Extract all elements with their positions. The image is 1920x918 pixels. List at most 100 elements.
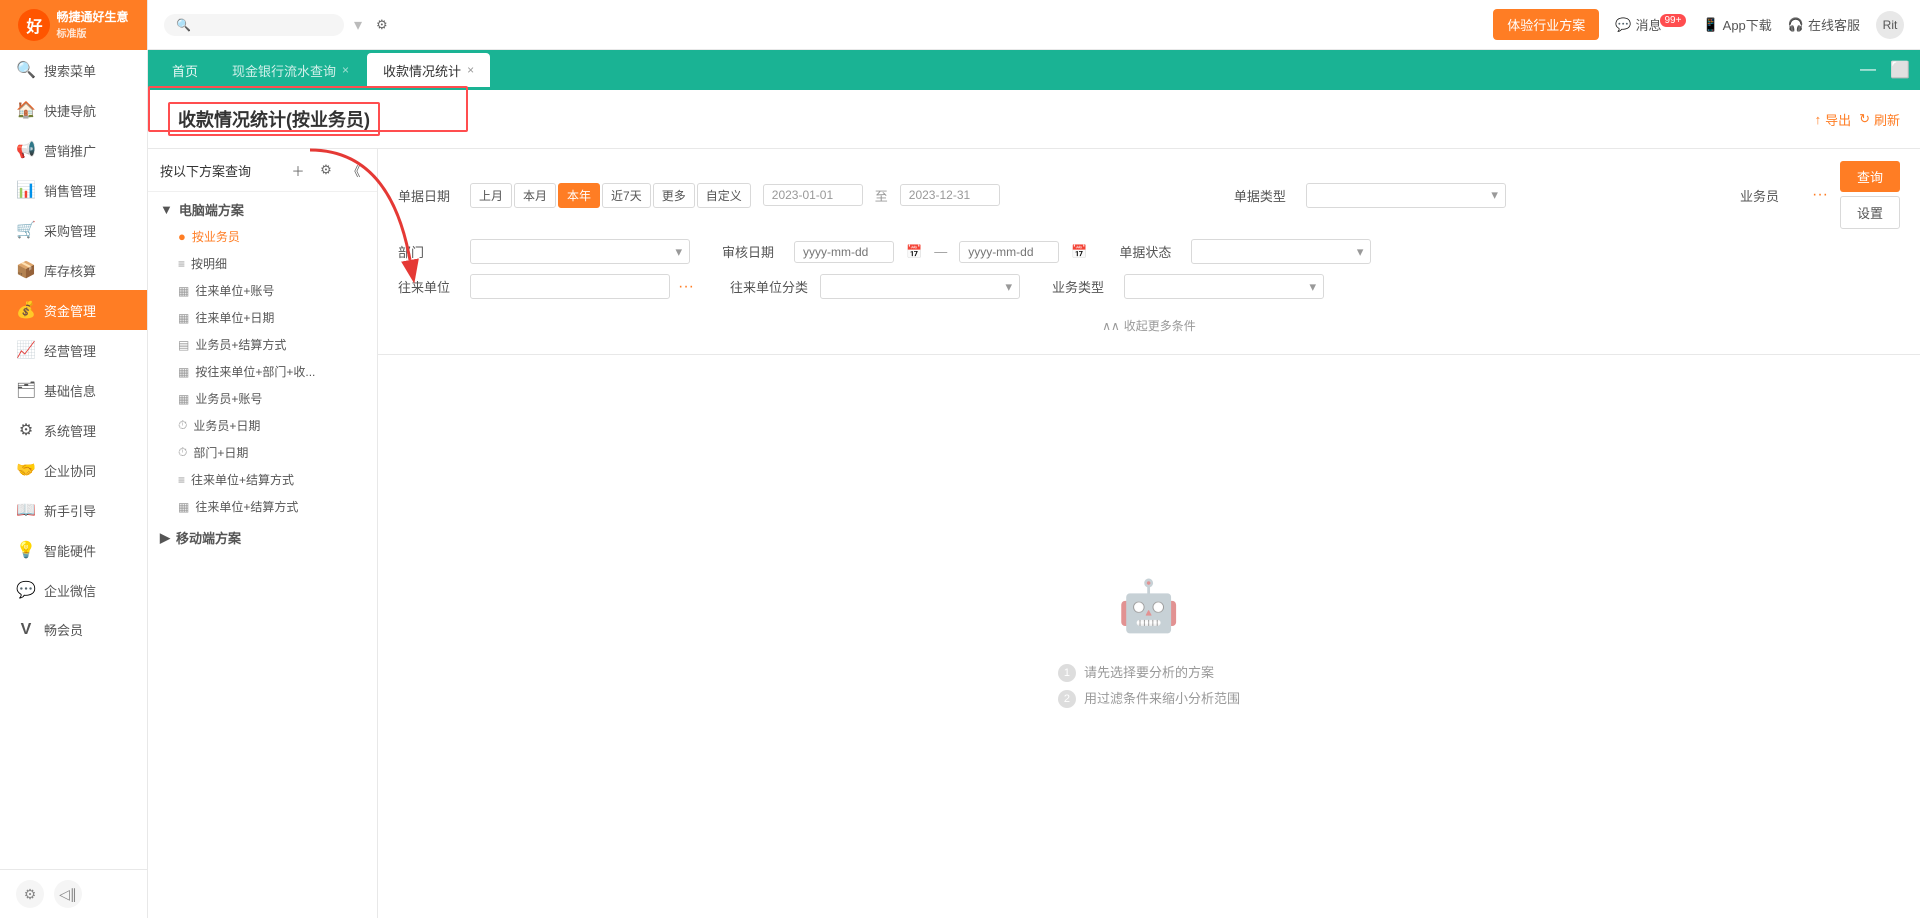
sidebar-item-label: 企业协同 [44, 461, 96, 480]
user-avatar[interactable]: Rit [1876, 11, 1904, 39]
tab-home[interactable]: 首页 [156, 53, 214, 87]
wechat-icon: 💬 [16, 580, 36, 600]
date-btn-last-month[interactable]: 上月 [470, 183, 512, 208]
sidebar-item-enterprise[interactable]: 🤝 企业协同 [0, 450, 147, 490]
scheme-settings-btn[interactable]: ⚙ [315, 159, 337, 181]
partner-more-btn[interactable]: ··· [674, 278, 698, 296]
left-panel-actions: ＋ ⚙ 《 [287, 159, 365, 181]
scheme-salesperson-settlement[interactable]: ▤ 业务员+结算方式 [148, 331, 377, 358]
partner-input-group: ··· [470, 274, 698, 299]
date-btn-more[interactable]: 更多 [653, 183, 695, 208]
tree-expand-icon: ▼ [160, 202, 173, 217]
chevron-up-icon: ∧∧ [1102, 319, 1120, 333]
scheme-partner-date[interactable]: ▦ 往来单位+日期 [148, 304, 377, 331]
date-btn-custom[interactable]: 自定义 [697, 183, 751, 208]
scheme-dept-date[interactable]: ⏱ 部门+日期 [148, 439, 377, 466]
biz-type-select[interactable] [1124, 274, 1324, 299]
scheme-by-detail[interactable]: ≡ 按明细 [148, 250, 377, 277]
filter-row-3: 往来单位 ··· 往来单位分类 业务类型 [398, 274, 1900, 299]
export-btn[interactable]: ↑ 导出 [1815, 110, 1852, 129]
partner-account-icon: ▦ [178, 284, 189, 298]
collapse-label: 收起更多条件 [1124, 317, 1196, 334]
sidebar-item-purchase[interactable]: 🛒 采购管理 [0, 210, 147, 250]
finance-icon: 💰 [16, 300, 36, 320]
notification-item[interactable]: 💬 消息 99+ [1615, 15, 1686, 34]
date-to-input[interactable] [900, 184, 1000, 206]
partner-label: 往来单位 [398, 277, 458, 296]
app-download-item[interactable]: 📱 App下载 [1702, 15, 1771, 34]
scheme-salesperson-date[interactable]: ⏱ 业务员+日期 [148, 412, 377, 439]
review-date-from[interactable] [794, 241, 894, 263]
topbar-search[interactable]: 🔍 [164, 14, 344, 36]
dept-date-icon: ⏱ [178, 445, 187, 460]
collapse-more-bar[interactable]: ∧∧ 收起更多条件 [398, 309, 1900, 342]
sidebar-item-search[interactable]: 🔍 搜索菜单 [0, 50, 147, 90]
dept-select[interactable] [470, 239, 690, 264]
scheme-by-salesperson[interactable]: ● 按业务员 [148, 223, 377, 250]
date-from-input[interactable] [763, 184, 863, 206]
refresh-btn[interactable]: ↻ 刷新 [1859, 110, 1900, 129]
collapse-panel-btn[interactable]: 《 [343, 159, 365, 181]
tab-maximize-btn[interactable]: ⬜ [1888, 58, 1912, 82]
scheme-partner-account[interactable]: ▦ 往来单位+账号 [148, 277, 377, 304]
doc-type-select[interactable] [1306, 183, 1506, 208]
scheme-partner-settlement1[interactable]: ≡ 往来单位+结算方式 [148, 466, 377, 493]
sidebar-item-member[interactable]: V 畅会员 [0, 610, 147, 649]
date-btn-7days[interactable]: 近7天 [602, 183, 651, 208]
sidebar-item-label: 新手引导 [44, 501, 96, 520]
page-title: 收款情况统计(按业务员) [168, 102, 380, 136]
online-service-item[interactable]: 🎧 在线客服 [1788, 15, 1860, 34]
pc-section-header[interactable]: ▼ 电脑端方案 [148, 192, 377, 223]
sidebar-item-sales[interactable]: 📊 销售管理 [0, 170, 147, 210]
date-btn-this-year[interactable]: 本年 [558, 183, 600, 208]
sidebar-item-basic[interactable]: 🗂 基础信息 [0, 370, 147, 410]
export-icon: ↑ [1815, 112, 1822, 127]
dropdown-arrow-icon[interactable]: ▾ [354, 15, 362, 35]
filter-area: 单据日期 上月 本月 本年 近7天 更多 自定义 至 单据类型 [378, 149, 1920, 355]
tab-bank-flow-close[interactable]: × [342, 63, 349, 77]
sidebar-item-hardware[interactable]: 💡 智能硬件 [0, 530, 147, 570]
tab-bank-flow[interactable]: 现金银行流水查询 × [216, 53, 365, 87]
sidebar-item-finance[interactable]: 💰 资金管理 [0, 290, 147, 330]
tab-minimize-btn[interactable]: — [1856, 58, 1880, 82]
sidebar-item-quicknav[interactable]: 🏠 快捷导航 [0, 90, 147, 130]
salesperson-settlement-icon: ▤ [178, 338, 189, 352]
tab-bank-flow-label: 现金银行流水查询 [232, 61, 336, 80]
scheme-partner-dept[interactable]: ▦ 按往来单位+部门+收... [148, 358, 377, 385]
review-date-to[interactable] [959, 241, 1059, 263]
sidebar-item-system[interactable]: ⚙ 系统管理 [0, 410, 147, 450]
partner-date-icon: ▦ [178, 311, 189, 325]
sidebar-item-guide[interactable]: 📖 新手引导 [0, 490, 147, 530]
settings-filter-btn[interactable]: 设置 [1840, 196, 1900, 229]
scheme-salesperson-account[interactable]: ▦ 业务员+账号 [148, 385, 377, 412]
scheme-partner-settlement2[interactable]: ▦ 往来单位+结算方式 [148, 493, 377, 520]
salesperson-more-icon[interactable]: ··· [1812, 186, 1828, 204]
settings-topbar-icon[interactable]: ⚙ [376, 17, 388, 33]
sidebar-item-inventory[interactable]: 📦 库存核算 [0, 250, 147, 290]
sidebar-item-marketing[interactable]: 📢 营销推广 [0, 130, 147, 170]
settings-bottom-btn[interactable]: ⚙ [16, 880, 44, 908]
refresh-icon: ↻ [1859, 111, 1870, 127]
scheme-label: 往来单位+日期 [195, 309, 274, 326]
sidebar-item-business[interactable]: 📈 经营管理 [0, 330, 147, 370]
trial-btn[interactable]: 体验行业方案 [1493, 9, 1599, 40]
doc-status-select[interactable] [1191, 239, 1371, 264]
date-btn-this-month[interactable]: 本月 [514, 183, 556, 208]
review-date-sep: — [934, 244, 947, 259]
collapse-sidebar-btn[interactable]: ◁∥ [54, 880, 82, 908]
filter-row-2: 部门 审核日期 📅 — 📅 单据状态 [398, 239, 1900, 264]
empty-state-container: 🤖 1 请先选择要分析的方案 2 用过滤条件来缩小分析范围 [1058, 562, 1240, 712]
inventory-icon: 📦 [16, 260, 36, 280]
mobile-section-header[interactable]: ▶ 移动端方案 [148, 520, 377, 551]
notification-label: 消息 [1635, 15, 1661, 34]
scheme-label: 往来单位+账号 [195, 282, 274, 299]
query-btn[interactable]: 查询 [1840, 161, 1900, 192]
tab-collection-stats-close[interactable]: × [467, 63, 474, 77]
double-arrow-left-icon: 《 [347, 161, 360, 180]
partner-input[interactable] [470, 274, 670, 299]
tab-collection-stats[interactable]: 收款情况统计 × [367, 53, 490, 87]
sidebar-item-wechat[interactable]: 💬 企业微信 [0, 570, 147, 610]
partner-category-select[interactable] [820, 274, 1020, 299]
biz-type-wrapper [1124, 274, 1324, 299]
add-scheme-btn[interactable]: ＋ [287, 159, 309, 181]
